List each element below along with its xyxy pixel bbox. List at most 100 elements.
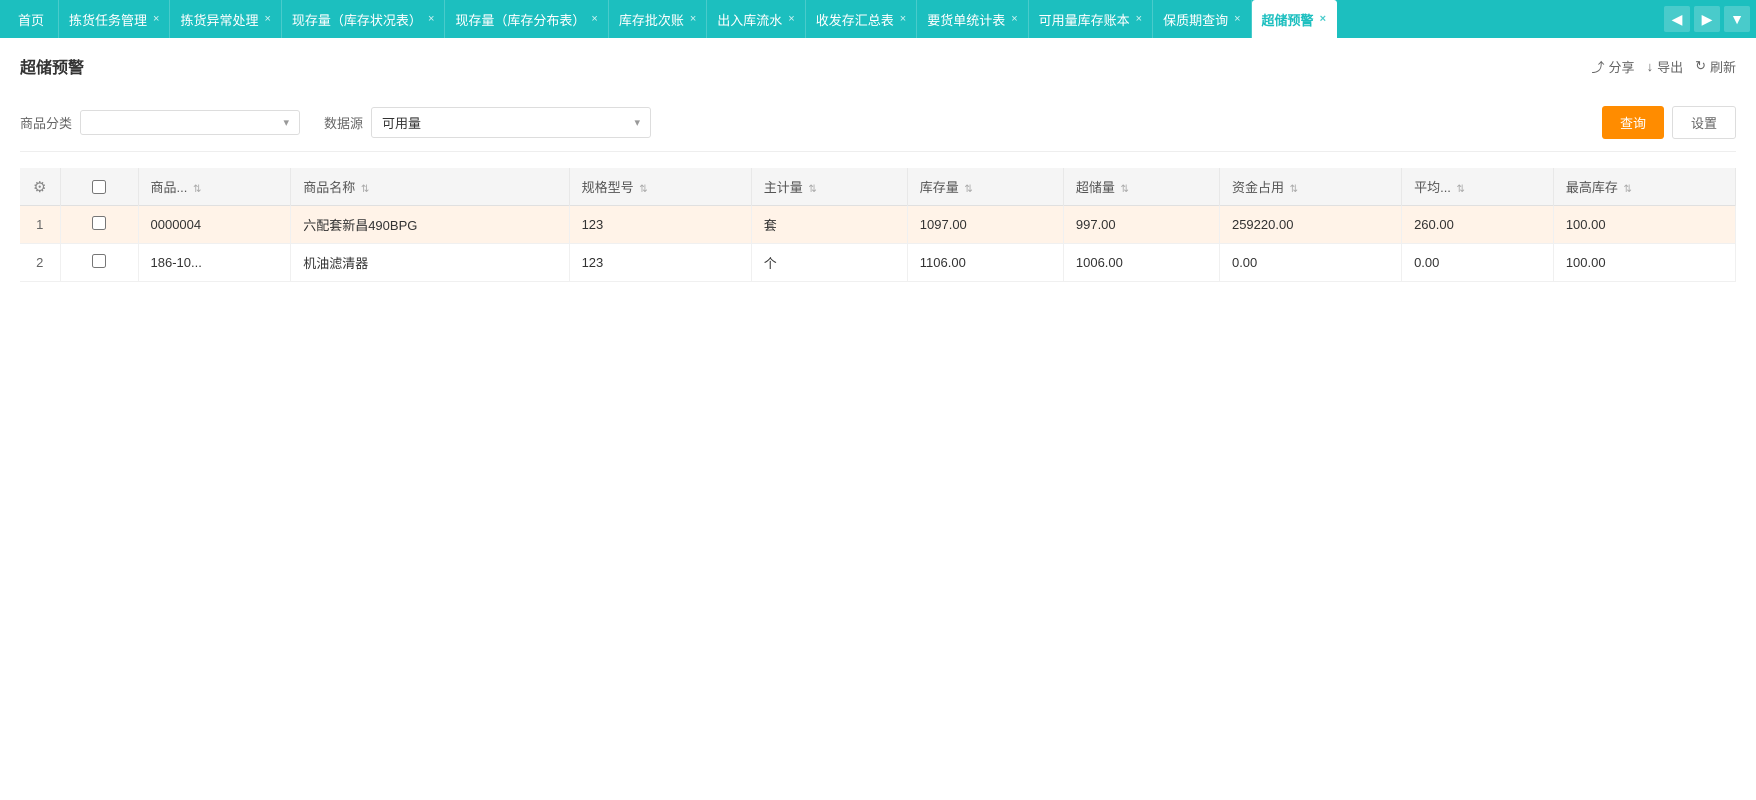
cell-checkbox[interactable] [60,244,138,282]
row-checkbox[interactable] [92,216,106,230]
refresh-icon: ↻ [1695,58,1706,74]
refresh-label: 刷新 [1710,57,1736,76]
nav-order-stats-label: 要货单统计表 [927,10,1005,29]
sort-max-stock-icon[interactable]: ⇅ [1623,184,1631,195]
nav-close-task-mgmt[interactable]: × [153,13,159,25]
nav-item-task-mgmt[interactable]: 拣货任务管理 × [59,0,170,38]
query-button[interactable]: 查询 [1602,106,1664,139]
nav-close-batch-account[interactable]: × [690,13,696,25]
category-select[interactable]: ▾ [80,110,300,135]
th-gear: ⚙ [20,168,60,206]
th-product-name: 商品名称 ⇅ [291,168,569,206]
sort-avg-price-icon[interactable]: ⇅ [1457,184,1465,195]
category-filter-item: 商品分类 ▾ [20,110,300,135]
table-row: 1 0000004 六配套新昌490BPG 123 套 1097.00 997.… [20,206,1736,244]
settings-button[interactable]: 设置 [1672,106,1736,139]
nav-item-available-ledger[interactable]: 可用量库存账本 × [1029,0,1153,38]
nav-item-stock-status[interactable]: 现存量（库存状况表） × [282,0,445,38]
top-nav: 首页 拣货任务管理 × 拣货异常处理 × 现存量（库存状况表） × 现存量（库存… [0,0,1756,38]
nav-close-receive-summary[interactable]: × [900,13,906,25]
nav-stock-dist-label: 现存量（库存分布表） [455,10,585,29]
datasource-filter-label: 数据源 [324,113,363,132]
sort-spec-icon[interactable]: ⇅ [639,184,647,195]
datasource-select[interactable]: 可用量 ▾ [371,107,651,138]
nav-receive-summary-label: 收发存汇总表 [816,10,894,29]
refresh-button[interactable]: ↻ 刷新 [1695,57,1736,76]
nav-home-label: 首页 [18,10,44,29]
nav-close-order-stats[interactable]: × [1011,13,1017,25]
nav-close-inout-flow[interactable]: × [788,13,794,25]
nav-item-inout-flow[interactable]: 出入库流水 × [707,0,805,38]
th-stock-qty-label: 库存量 [920,180,959,195]
th-avg-price-label: 平均... [1414,180,1451,195]
nav-item-home[interactable]: 首页 [4,0,59,38]
th-spec-label: 规格型号 [582,180,634,195]
table-header: ⚙ 商品... ⇅ 商品名称 ⇅ 规格型号 ⇅ [20,168,1736,206]
nav-item-order-stats[interactable]: 要货单统计表 × [917,0,1028,38]
nav-item-receive-summary[interactable]: 收发存汇总表 × [806,0,917,38]
nav-item-overstock-warning[interactable]: 超储预警 × [1252,0,1337,38]
export-icon: ↓ [1647,59,1654,74]
data-table: ⚙ 商品... ⇅ 商品名称 ⇅ 规格型号 ⇅ [20,168,1736,282]
cell-seq: 2 [20,244,60,282]
gear-button[interactable]: ⚙ [33,178,46,196]
th-unit-label: 主计量 [764,180,803,195]
nav-close-stock-status[interactable]: × [428,13,434,25]
category-filter-label: 商品分类 [20,113,72,132]
nav-overstock-warning-label: 超储预警 [1262,10,1314,29]
cell-stock-qty: 1106.00 [907,244,1063,282]
nav-stock-status-label: 现存量（库存状况表） [292,10,422,29]
cell-unit: 套 [751,206,907,244]
cell-checkbox[interactable] [60,206,138,244]
cell-spec: 123 [569,244,751,282]
export-button[interactable]: ↓ 导出 [1647,57,1684,76]
nav-more-button[interactable]: ▼ [1724,6,1750,32]
sort-product-name-icon[interactable]: ⇅ [361,184,369,195]
sort-product-code-icon[interactable]: ⇅ [193,184,201,195]
share-button[interactable]: ⤴ 分享 [1592,57,1635,76]
th-unit: 主计量 ⇅ [751,168,907,206]
cell-overstock-qty: 1006.00 [1063,244,1219,282]
nav-item-batch-account[interactable]: 库存批次账 × [609,0,707,38]
share-label: 分享 [1609,57,1635,76]
nav-prev-button[interactable]: ◀ [1664,6,1690,32]
export-label: 导出 [1657,57,1683,76]
cell-product-code: 0000004 [138,206,291,244]
nav-close-expiry-query[interactable]: × [1234,13,1240,25]
cell-capital-occupied: 259220.00 [1219,206,1401,244]
nav-item-stock-dist[interactable]: 现存量（库存分布表） × [445,0,608,38]
sort-stock-qty-icon[interactable]: ⇅ [964,184,972,195]
datasource-chevron-down-icon: ▾ [635,116,641,129]
nav-item-abnormal[interactable]: 拣货异常处理 × [170,0,281,38]
cell-product-name: 机油滤清器 [291,244,569,282]
nav-close-abnormal[interactable]: × [264,13,270,25]
nav-available-ledger-label: 可用量库存账本 [1039,10,1130,29]
header-actions: ⤴ 分享 ↓ 导出 ↻ 刷新 [1592,57,1736,76]
cell-unit: 个 [751,244,907,282]
cell-avg-price: 260.00 [1402,206,1554,244]
sort-overstock-qty-icon[interactable]: ⇅ [1121,184,1129,195]
nav-next-button[interactable]: ▶ [1694,6,1720,32]
nav-abnormal-label: 拣货异常处理 [180,10,258,29]
nav-task-mgmt-label: 拣货任务管理 [69,10,147,29]
cell-product-code: 186-10... [138,244,291,282]
chevron-down-icon: ▾ [283,116,289,129]
sort-unit-icon[interactable]: ⇅ [808,184,816,195]
filter-actions: 查询 设置 [1602,106,1736,139]
cell-spec: 123 [569,206,751,244]
th-capital-occupied-label: 资金占用 [1232,180,1284,195]
th-max-stock-label: 最高库存 [1566,180,1618,195]
nav-close-stock-dist[interactable]: × [591,13,597,25]
page-container: 超储预警 ⤴ 分享 ↓ 导出 ↻ 刷新 商品分类 ▾ 数据源 [0,38,1756,800]
row-checkbox[interactable] [92,254,106,268]
nav-close-overstock-warning[interactable]: × [1320,13,1326,25]
nav-inout-flow-label: 出入库流水 [717,10,782,29]
select-all-checkbox[interactable] [92,180,106,194]
sort-capital-occupied-icon[interactable]: ⇅ [1290,184,1298,195]
th-spec: 规格型号 ⇅ [569,168,751,206]
cell-product-name: 六配套新昌490BPG [291,206,569,244]
nav-close-available-ledger[interactable]: × [1136,13,1142,25]
table-row: 2 186-10... 机油滤清器 123 个 1106.00 1006.00 … [20,244,1736,282]
nav-item-expiry-query[interactable]: 保质期查询 × [1153,0,1251,38]
datasource-filter-item: 数据源 可用量 ▾ [324,107,651,138]
